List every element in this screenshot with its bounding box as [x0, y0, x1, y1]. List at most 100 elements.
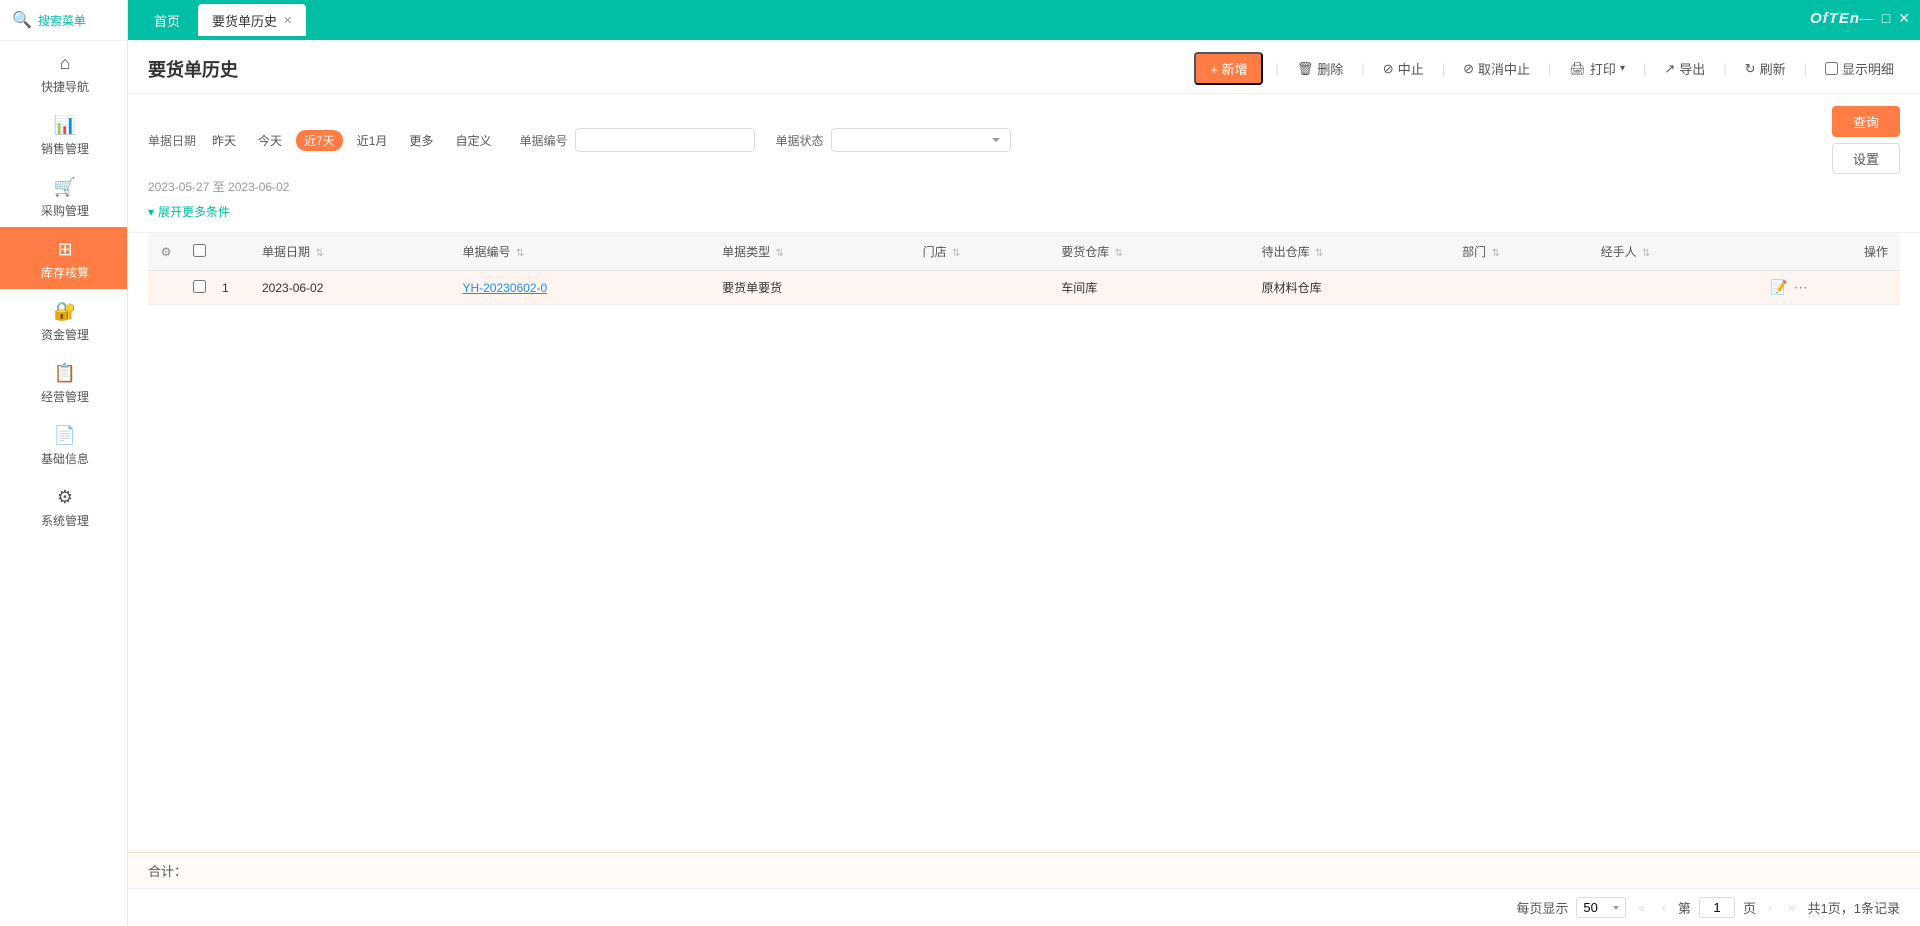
sidebar-item-ops-mgmt[interactable]: 📋 经营管理 [0, 351, 127, 413]
col-department[interactable]: 部门 ⇅ [1454, 233, 1593, 271]
action-buttons: 查询 设置 [1832, 106, 1900, 174]
display-detail-checkbox[interactable] [1825, 62, 1838, 75]
toolbar: + 新增 | 🗑 删除 | ⊘ 中止 | ⊘ 取消中止 | 🖨 [1194, 52, 1900, 85]
stop-button[interactable]: ⊘ 中止 [1377, 55, 1430, 82]
table-area: ⚙ 单据日期 ⇅ 单据编号 ⇅ [128, 233, 1920, 852]
row-checkbox[interactable] [193, 280, 206, 293]
maximize-button[interactable]: □ [1882, 10, 1890, 27]
page-title: 要货单历史 [148, 56, 238, 82]
sidebar-item-purchase-mgmt[interactable]: 🛒 采购管理 [0, 165, 127, 227]
new-button[interactable]: + 新增 [1194, 52, 1263, 85]
col-dest-warehouse[interactable]: 待出仓库 ⇅ [1254, 233, 1454, 271]
col-date[interactable]: 单据日期 ⇅ [254, 233, 454, 271]
date-btn-custom[interactable]: 自定义 [447, 130, 499, 151]
sort-dept-icon: ⇅ [1491, 248, 1499, 259]
doc-number-input[interactable] [575, 128, 755, 152]
filter-area: 单据日期 昨天 今天 近7天 近1月 更多 自定义 单据编号 单据状态 [128, 94, 1920, 233]
sort-doctype-icon: ⇅ [776, 248, 784, 259]
print-button[interactable]: 🖨 打印 ▾ [1563, 55, 1631, 82]
print-icon: 🖨 [1569, 61, 1586, 77]
expand-more-btn[interactable]: ▾ 展开更多条件 [148, 203, 1900, 220]
sidebar-item-inventory[interactable]: ⊞ 库存核算 [0, 227, 127, 289]
date-filter-label: 单据日期 [148, 132, 196, 149]
date-filter-group: 单据日期 昨天 今天 近7天 近1月 更多 自定义 [148, 130, 499, 151]
sidebar-search-label: 搜索菜单 [38, 12, 86, 29]
col-doc-num[interactable]: 单据编号 ⇅ [454, 233, 714, 271]
date-btn-today[interactable]: 今天 [250, 130, 290, 151]
col-req-warehouse[interactable]: 要货仓库 ⇅ [1053, 233, 1253, 271]
query-button[interactable]: 查询 [1832, 106, 1900, 137]
ops-more-icon[interactable]: ⋯ [1794, 279, 1808, 296]
sort-handler-icon: ⇅ [1642, 248, 1650, 259]
prev-page-button[interactable]: ‹ [1658, 898, 1670, 917]
col-doc-type[interactable]: 单据类型 ⇅ [714, 233, 914, 271]
sidebar-item-label: 资金管理 [41, 326, 89, 343]
date-btn-last1m[interactable]: 近1月 [349, 130, 396, 151]
window-controls: — □ ✕ [1860, 10, 1910, 27]
print-chevron-icon: ▾ [1620, 63, 1625, 74]
total-pages-info: 共1页，1条记录 [1808, 898, 1900, 917]
col-checkbox [184, 233, 214, 271]
next-page-button[interactable]: › [1764, 898, 1776, 917]
col-seq [214, 233, 254, 271]
minimize-button[interactable]: — [1860, 10, 1874, 27]
col-store[interactable]: 门店 ⇅ [915, 233, 1054, 271]
last-page-button[interactable]: » [1784, 898, 1799, 917]
col-settings[interactable]: ⚙ [148, 233, 184, 271]
sidebar-item-label: 库存核算 [41, 264, 89, 281]
row-destwh-cell: 原材料仓库 [1254, 271, 1454, 305]
page-header: 要货单历史 + 新增 | 🗑 删除 | ⊘ 中止 | ⊘ 取消中止 | [128, 40, 1920, 94]
select-all-checkbox[interactable] [193, 244, 206, 257]
sidebar-search[interactable]: 🔍 搜索菜单 [0, 0, 127, 41]
date-btn-yesterday[interactable]: 昨天 [204, 130, 244, 151]
finance-icon: 🔐 [54, 301, 76, 322]
tab-home-label: 首页 [154, 11, 180, 30]
row-docnum-link[interactable]: YH-20230602-0 [462, 281, 547, 295]
sidebar-item-sales-mgmt[interactable]: 📊 销售管理 [0, 103, 127, 165]
export-button[interactable]: ↗ 导出 [1658, 55, 1711, 82]
cancel-stop-button[interactable]: ⊘ 取消中止 [1457, 55, 1536, 82]
row-seq-cell: 1 [214, 271, 254, 305]
col-handler[interactable]: 经手人 ⇅ [1593, 233, 1763, 271]
sidebar-item-quick-nav[interactable]: ⌂ 快捷导航 [0, 41, 127, 103]
doc-number-label: 单据编号 [519, 132, 567, 149]
row-handler-cell [1593, 271, 1763, 305]
close-button[interactable]: ✕ [1898, 10, 1910, 27]
sidebar-item-basic-info[interactable]: 📄 基础信息 [0, 413, 127, 475]
status-filter-group: 单据状态 [775, 128, 1011, 152]
table-footer: 合计： [128, 852, 1920, 888]
page-size-select[interactable]: 10 20 50 100 [1576, 897, 1626, 918]
refresh-button[interactable]: ↻ 刷新 [1739, 55, 1792, 82]
brand-logo: OfTEn [1810, 10, 1860, 27]
inventory-icon: ⊞ [57, 239, 72, 260]
current-page-input[interactable] [1699, 897, 1735, 918]
sidebar-item-finance-mgmt[interactable]: 🔐 资金管理 [0, 289, 127, 351]
row-settings-cell [148, 271, 184, 305]
row-ops-cell: 📝 ⋯ [1762, 271, 1900, 305]
sort-docnum-icon: ⇅ [516, 248, 524, 259]
date-range-display: 2023-05-27 至 2023-06-02 [148, 178, 1900, 195]
delete-button[interactable]: 🗑 删除 [1291, 55, 1350, 82]
expand-chevron-icon: ▾ [148, 205, 154, 219]
tab-requisition-history[interactable]: 要货单历史 ✕ [198, 4, 306, 36]
ops-icon: 📋 [54, 363, 76, 384]
tab-close-icon[interactable]: ✕ [283, 14, 292, 27]
display-detail-button[interactable]: 显示明细 [1819, 55, 1900, 82]
search-icon: 🔍 [12, 10, 32, 30]
refresh-icon: ↻ [1745, 61, 1756, 77]
first-page-button[interactable]: « [1634, 898, 1649, 917]
date-btn-more[interactable]: 更多 [401, 130, 441, 151]
date-btn-last7[interactable]: 近7天 [296, 130, 343, 151]
ops-cell: 📝 ⋯ [1770, 279, 1892, 296]
tab-home[interactable]: 首页 [140, 4, 194, 36]
settings-button[interactable]: 设置 [1832, 143, 1900, 174]
status-select[interactable] [831, 128, 1011, 152]
home-icon: ⌂ [60, 53, 71, 74]
sales-icon: 📊 [54, 115, 76, 136]
doc-number-filter-group: 单据编号 [519, 128, 755, 152]
sidebar-item-sys-mgmt[interactable]: ⚙ 系统管理 [0, 475, 127, 537]
export-icon: ↗ [1664, 61, 1675, 77]
table-header-row: ⚙ 单据日期 ⇅ 单据编号 ⇅ [148, 233, 1900, 271]
ops-edit-icon[interactable]: 📝 [1770, 279, 1787, 296]
row-reqwh-cell: 车间库 [1053, 271, 1253, 305]
